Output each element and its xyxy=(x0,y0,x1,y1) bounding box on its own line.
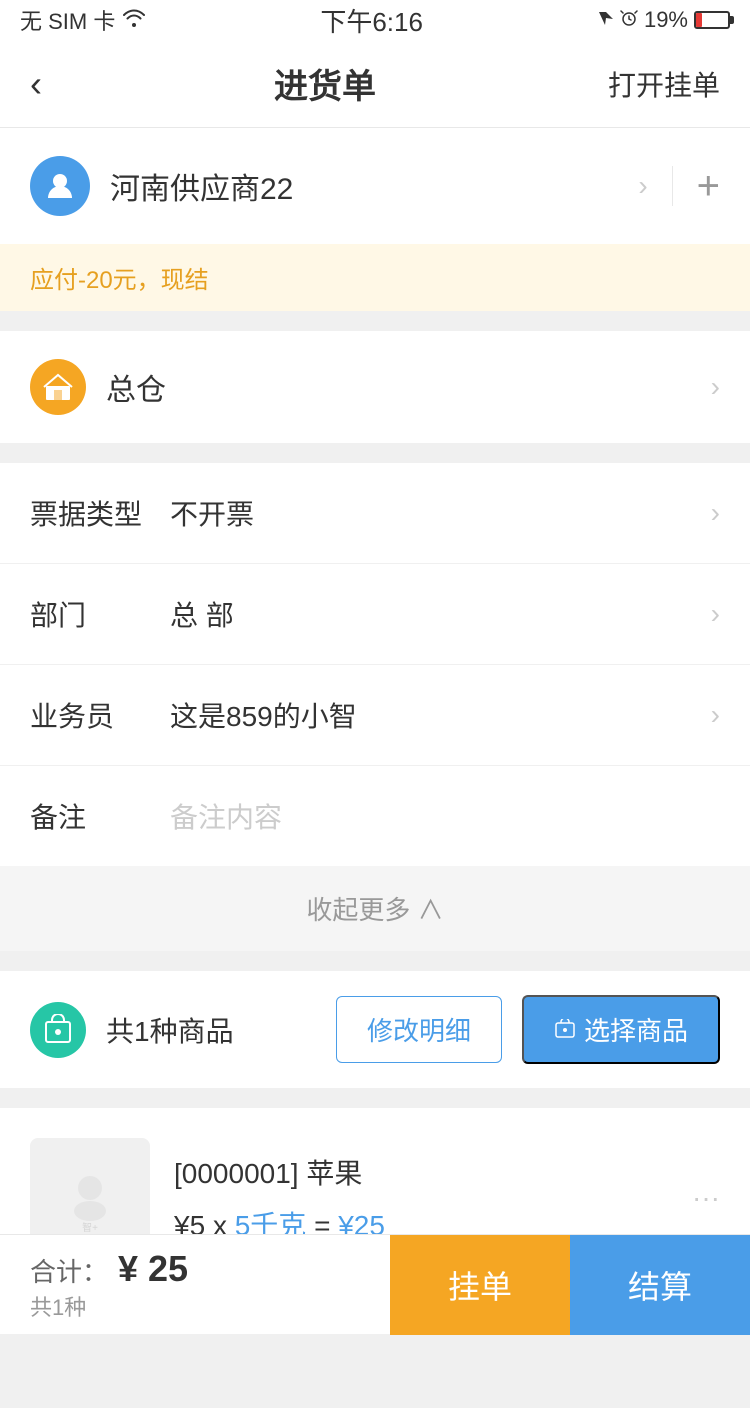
dept-label: 部门 xyxy=(30,594,150,634)
status-time: 下午6:16 xyxy=(320,2,423,39)
warehouse-row[interactable]: 总仓 › xyxy=(0,331,750,443)
supplier-card: 河南供应商22 › + 应付-20元，现结 xyxy=(0,128,750,311)
collapse-button[interactable]: 收起更多 ∧ xyxy=(0,866,750,951)
add-supplier-button[interactable]: + xyxy=(697,164,720,209)
product-count: 共1种商品 xyxy=(106,1010,316,1050)
battery-icon xyxy=(694,11,730,29)
svg-text:智+: 智+ xyxy=(82,1221,98,1233)
footer: 合计： ¥ 25 共1种 挂单 结算 xyxy=(0,1234,750,1334)
invoice-row[interactable]: 票据类型 不开票 › xyxy=(0,463,750,564)
nav-bar: ‹ 进货单 打开挂单 xyxy=(0,40,750,128)
alarm-icon xyxy=(620,7,638,33)
sales-chevron-icon: › xyxy=(711,699,720,731)
invoice-label: 票据类型 xyxy=(30,493,150,533)
warehouse-name: 总仓 xyxy=(106,365,711,409)
sales-row[interactable]: 业务员 这是859的小智 › xyxy=(0,665,750,766)
status-carrier: 无 SIM 卡 xyxy=(20,4,145,36)
total-count: 共1种 xyxy=(30,1290,360,1322)
supplier-chevron-icon: › xyxy=(638,170,647,202)
warehouse-chevron-icon: › xyxy=(711,371,720,403)
supplier-avatar xyxy=(30,156,90,216)
remark-row[interactable]: 备注 备注内容 xyxy=(0,766,750,866)
total-amount: ¥ 25 xyxy=(118,1248,188,1290)
status-bar: 无 SIM 卡 下午6:16 19% xyxy=(0,0,750,40)
pending-button[interactable]: 挂单 xyxy=(390,1235,570,1335)
product-icon xyxy=(30,1002,86,1058)
sales-value: 这是859的小智 xyxy=(150,695,711,735)
status-right: 19% xyxy=(598,7,730,33)
divider xyxy=(672,166,673,206)
supplier-row[interactable]: 河南供应商22 › + xyxy=(0,128,750,244)
warehouse-card: 总仓 › xyxy=(0,331,750,443)
select-product-button[interactable]: 选择商品 xyxy=(522,995,720,1064)
remark-label: 备注 xyxy=(30,796,150,836)
remark-input[interactable]: 备注内容 xyxy=(150,796,720,836)
form-section: 票据类型 不开票 › 部门 总 部 › 业务员 这是859的小智 › 备注 备注… xyxy=(0,463,750,866)
supplier-notice: 应付-20元，现结 xyxy=(0,244,750,311)
invoice-chevron-icon: › xyxy=(711,497,720,529)
dept-chevron-icon: › xyxy=(711,598,720,630)
sales-label: 业务员 xyxy=(30,695,150,735)
wifi-icon xyxy=(123,7,145,33)
product-header: 共1种商品 修改明细 选择商品 xyxy=(0,971,750,1088)
total-label: 合计： xyxy=(30,1252,108,1289)
open-pending-button[interactable]: 打开挂单 xyxy=(608,64,720,104)
checkout-button[interactable]: 结算 xyxy=(570,1235,750,1335)
dept-row[interactable]: 部门 总 部 › xyxy=(0,564,750,665)
product-name: [0000001] 苹果 xyxy=(174,1152,668,1192)
location-icon xyxy=(598,7,614,33)
back-button[interactable]: ‹ xyxy=(30,63,42,105)
footer-total: 合计： ¥ 25 共1种 xyxy=(0,1248,390,1322)
product-info: [0000001] 苹果 ¥5 x 5千克 = ¥25 xyxy=(174,1152,668,1244)
page-title: 进货单 xyxy=(274,59,376,108)
warehouse-icon xyxy=(30,359,86,415)
product-more-button[interactable]: ··· xyxy=(692,1182,720,1214)
invoice-value: 不开票 xyxy=(150,493,711,533)
main-content: 河南供应商22 › + 应付-20元，现结 总仓 › 票据类型 不开票 › xyxy=(0,128,750,1408)
dept-value: 总 部 xyxy=(150,594,711,634)
edit-detail-button[interactable]: 修改明细 xyxy=(336,996,502,1063)
supplier-name: 河南供应商22 xyxy=(110,164,638,208)
battery-percent: 19% xyxy=(644,7,688,33)
